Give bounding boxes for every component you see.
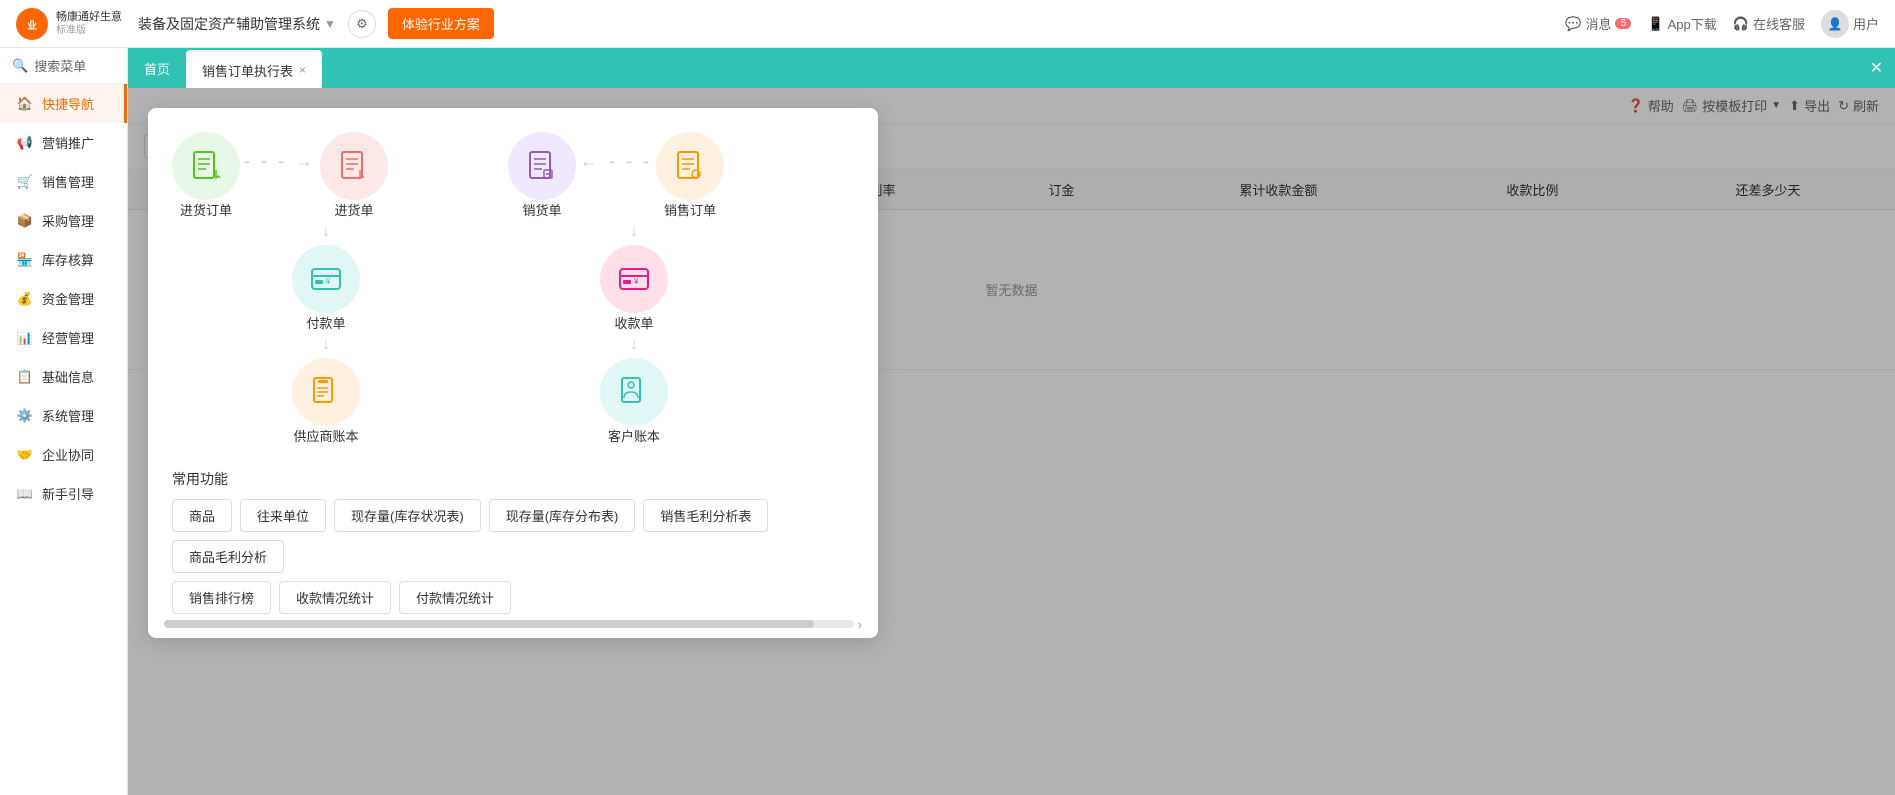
app-download-button[interactable]: 📱 App下载 xyxy=(1647,14,1716,33)
sidebar-item-operations[interactable]: 📊 经营管理 xyxy=(0,318,127,357)
down-arrow-receipt: ↓ xyxy=(600,336,668,354)
flow-item-payment-bill[interactable]: ¥ 付款单 xyxy=(292,245,360,332)
cart-icon: 🛒 xyxy=(16,173,34,191)
flow-item-customer-account[interactable]: 客户账本 xyxy=(600,358,668,445)
system-title: 装备及固定资产辅助管理系统 xyxy=(138,14,320,34)
tab-home[interactable]: 首页 xyxy=(128,48,186,88)
common-btn-partners[interactable]: 往来单位 xyxy=(240,499,326,532)
quick-nav-modal: 进货订单 - - - → 进货单 xyxy=(148,108,878,638)
flow-item-receipt-bill[interactable]: ¥ 收款单 xyxy=(600,245,668,332)
common-btn-stock-status[interactable]: 现存量(库存状况表) xyxy=(334,499,481,532)
app-container: 业 畅康通好生意 标准版 装备及固定资产辅助管理系统 ▼ ⚙ 体验行业方案 💬 … xyxy=(0,0,1895,795)
dropdown-arrow-icon: ▼ xyxy=(324,17,336,31)
sidebar-item-system[interactable]: ⚙️ 系统管理 xyxy=(0,396,127,435)
common-btn-product[interactable]: 商品 xyxy=(172,499,232,532)
supplier-account-icon xyxy=(292,358,360,426)
tab-close-icon[interactable]: × xyxy=(299,63,306,77)
headset-icon: 🎧 xyxy=(1733,16,1749,32)
sidebar-item-sales[interactable]: 🛒 销售管理 xyxy=(0,162,127,201)
sidebar-item-finance[interactable]: 💰 资金管理 xyxy=(0,279,127,318)
common-btn-sales-gross[interactable]: 销售毛利分析表 xyxy=(643,499,768,532)
book-icon: 📖 xyxy=(16,485,34,503)
user-menu[interactable]: 👤 用户 xyxy=(1821,10,1879,38)
svg-text:¥: ¥ xyxy=(325,277,331,286)
chart-icon: 📊 xyxy=(16,329,34,347)
sidebar: 🔍 搜索菜单 🏠 快捷导航 📢 营销推广 🛒 销售管理 📦 采购管理 🏪 xyxy=(0,48,128,795)
purchase-bill-icon xyxy=(320,132,388,200)
message-button[interactable]: 💬 消息 5 xyxy=(1565,14,1631,33)
tab-bar: 首页 销售订单执行表 × ✕ xyxy=(128,48,1895,88)
money-icon: 💰 xyxy=(16,290,34,308)
common-btn-receipt-stats[interactable]: 收款情况统计 xyxy=(279,581,391,614)
flow-item-supplier-account[interactable]: 供应商账本 xyxy=(292,358,360,445)
down-arrow-purchase: ↓ xyxy=(292,223,360,241)
common-functions-section: 常用功能 商品 往来单位 现存量(库存状况表) 现存量(库存分布表) 销售毛利分… xyxy=(172,469,854,614)
content-area: 首页 销售订单执行表 × ✕ ❓ 帮助 xyxy=(128,48,1895,795)
common-buttons-row2: 销售排行榜 收款情况统计 付款情况统计 xyxy=(172,581,854,614)
sales-order-icon xyxy=(656,132,724,200)
common-functions-title: 常用功能 xyxy=(172,469,854,489)
flow-item-sales-bill[interactable]: 销货单 xyxy=(508,132,576,219)
main-area: 🔍 搜索菜单 🏠 快捷导航 📢 营销推广 🛒 销售管理 📦 采购管理 🏪 xyxy=(0,48,1895,795)
modal-scrollbar[interactable]: › xyxy=(148,618,878,630)
scroll-track xyxy=(164,620,854,628)
tab-sales-order-exec[interactable]: 销售订单执行表 × xyxy=(186,50,322,90)
down-arrow-sales: ↓ xyxy=(600,223,668,241)
common-btn-product-gross[interactable]: 商品毛利分析 xyxy=(172,540,284,573)
common-buttons-row1: 商品 往来单位 现存量(库存状况表) 现存量(库存分布表) 销售毛利分析表 商品… xyxy=(172,499,854,573)
sidebar-item-guide[interactable]: 📖 新手引导 xyxy=(0,474,127,513)
scroll-thumb xyxy=(164,620,814,628)
common-btn-stock-dist[interactable]: 现存量(库存分布表) xyxy=(489,499,636,532)
box-icon: 📦 xyxy=(16,212,34,230)
sales-bill-icon xyxy=(508,132,576,200)
flow-section: 进货订单 - - - → 进货单 xyxy=(172,132,854,445)
settings-icon[interactable]: ⚙ xyxy=(348,10,376,38)
sidebar-item-basic-info[interactable]: 📋 基础信息 xyxy=(0,357,127,396)
home-icon: 🏠 xyxy=(16,95,34,113)
flow-item-purchase-order[interactable]: 进货订单 xyxy=(172,132,240,219)
customer-account-icon xyxy=(600,358,668,426)
sidebar-item-quick-nav[interactable]: 🏠 快捷导航 xyxy=(0,84,127,123)
common-btn-payment-stats[interactable]: 付款情况统计 xyxy=(399,581,511,614)
clipboard-icon: 📋 xyxy=(16,368,34,386)
down-arrow-payment: ↓ xyxy=(292,336,360,354)
gear-icon: ⚙️ xyxy=(16,407,34,425)
megaphone-icon: 📢 xyxy=(16,134,34,152)
common-btn-sales-rank[interactable]: 销售排行榜 xyxy=(172,581,271,614)
logo-area: 业 畅康通好生意 标准版 xyxy=(16,8,126,40)
overlay[interactable]: 进货订单 - - - → 进货单 xyxy=(128,88,1895,795)
content-body: ❓ 帮助 🖨 按模板打印 ▼ ⬆ 导出 ↻ xyxy=(128,88,1895,795)
app-logo-icon: 业 xyxy=(16,8,48,40)
message-icon: 💬 xyxy=(1565,16,1581,32)
logo-text: 畅康通好生意 标准版 xyxy=(56,10,122,37)
system-title-dropdown[interactable]: 装备及固定资产辅助管理系统 ▼ xyxy=(138,14,336,34)
sidebar-item-enterprise[interactable]: 🤝 企业协同 xyxy=(0,435,127,474)
search-menu-button[interactable]: 🔍 搜索菜单 xyxy=(0,48,127,84)
top-bar: 业 畅康通好生意 标准版 装备及固定资产辅助管理系统 ▼ ⚙ 体验行业方案 💬 … xyxy=(0,0,1895,48)
purchase-order-icon xyxy=(172,132,240,200)
top-right-area: 💬 消息 5 📱 App下载 🎧 在线客服 👤 用户 xyxy=(1565,10,1879,38)
sidebar-item-purchase[interactable]: 📦 采购管理 xyxy=(0,201,127,240)
user-avatar: 👤 xyxy=(1821,10,1849,38)
online-service-button[interactable]: 🎧 在线客服 xyxy=(1733,14,1805,33)
download-icon: 📱 xyxy=(1647,16,1663,32)
close-all-tabs-icon[interactable]: ✕ xyxy=(1870,58,1883,78)
receipt-bill-icon: ¥ xyxy=(600,245,668,313)
svg-text:¥: ¥ xyxy=(633,277,639,286)
arrow-po-to-pb: - - - → xyxy=(240,151,320,172)
payment-bill-icon: ¥ xyxy=(292,245,360,313)
trial-button[interactable]: 体验行业方案 xyxy=(388,8,494,39)
sidebar-item-inventory[interactable]: 🏪 库存核算 xyxy=(0,240,127,279)
search-icon: 🔍 xyxy=(12,58,28,74)
store-icon: 🏪 xyxy=(16,251,34,269)
arrow-so-to-sb: ← - - - xyxy=(576,151,656,172)
sidebar-item-marketing[interactable]: 📢 营销推广 xyxy=(0,123,127,162)
message-badge: 5 xyxy=(1615,18,1631,29)
handshake-icon: 🤝 xyxy=(16,446,34,464)
svg-text:业: 业 xyxy=(27,19,37,32)
scroll-right-arrow[interactable]: › xyxy=(858,617,862,632)
flow-item-purchase-bill[interactable]: 进货单 xyxy=(320,132,388,219)
flow-item-sales-order[interactable]: 销售订单 xyxy=(656,132,724,219)
